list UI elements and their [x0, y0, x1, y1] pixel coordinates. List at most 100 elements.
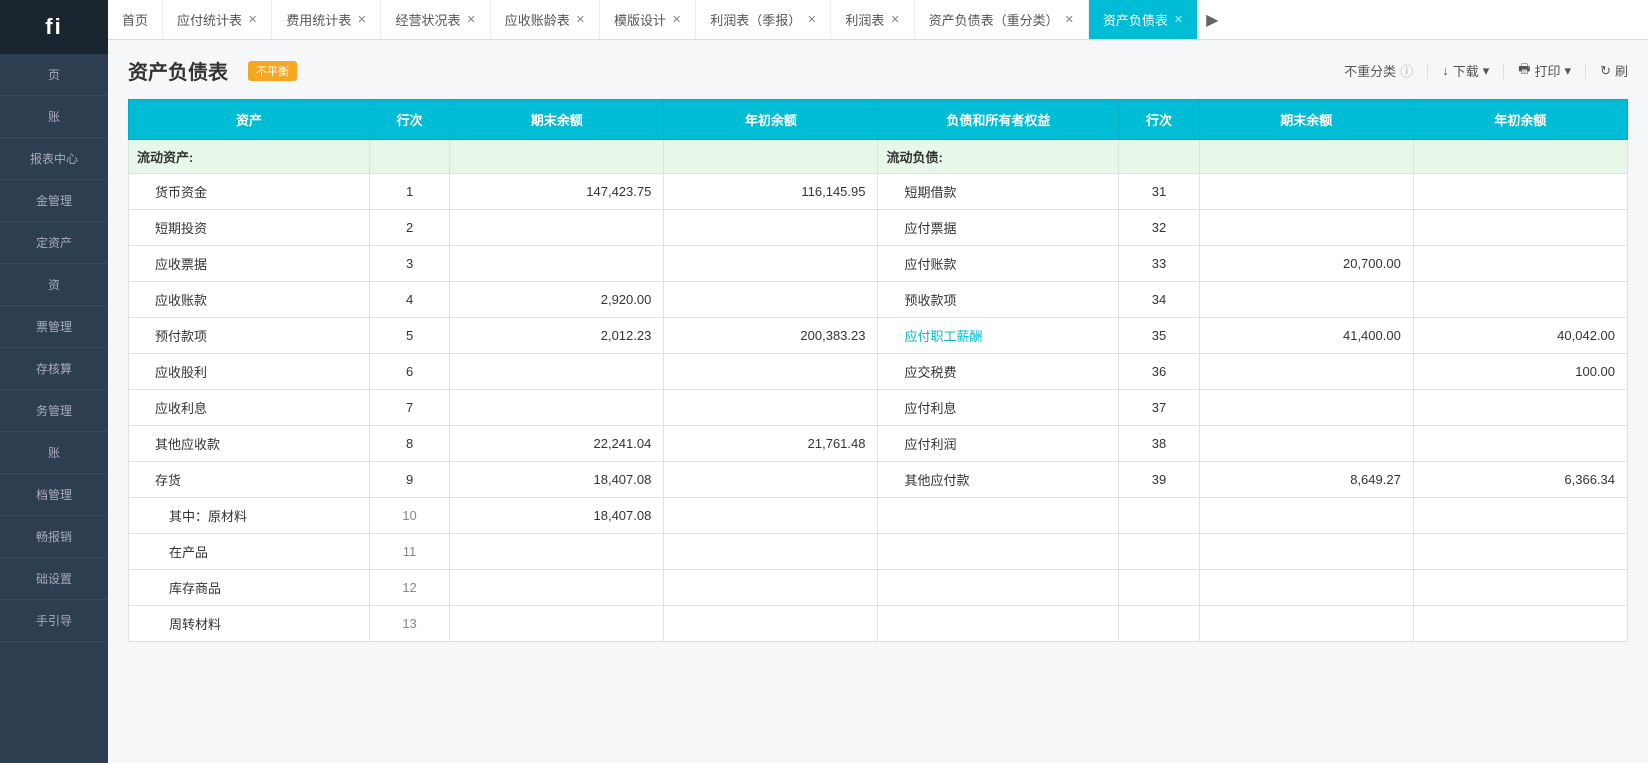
line-right: [1119, 570, 1199, 606]
end-bal-left: 22,241.04: [450, 426, 664, 462]
section-end-left: [450, 140, 664, 174]
table-row[interactable]: 货币资金 1 147,423.75 116,145.95 短期借款 31: [129, 174, 1628, 210]
table-row[interactable]: 应收利息 7 应付利息 37: [129, 390, 1628, 426]
sidebar-item-settings[interactable]: 础设置: [0, 558, 108, 600]
section-end-right: [1199, 140, 1413, 174]
sidebar-item-fixed-assets[interactable]: 定资产: [0, 222, 108, 264]
tab-profit[interactable]: 利润表 ✕: [831, 0, 914, 40]
table-row[interactable]: 应收票据 3 应付账款 33 20,700.00: [129, 246, 1628, 282]
download-btn[interactable]: ↓ 下载 ▾: [1442, 61, 1489, 80]
tab-ar-aging[interactable]: 应收账龄表 ✕: [491, 0, 600, 40]
th-liability: 负债和所有者权益: [878, 100, 1119, 140]
tab-close-expense-stats[interactable]: ✕: [357, 13, 366, 26]
begin-bal-right: [1413, 246, 1627, 282]
line-right: [1119, 606, 1199, 642]
tab-operations[interactable]: 经营状况表 ✕: [381, 0, 490, 40]
liability-name: 应付利润: [878, 426, 1119, 462]
print-label: 打印: [1535, 61, 1561, 80]
tab-expense-stats[interactable]: 费用统计表 ✕: [272, 0, 381, 40]
main-area: 首页 应付统计表 ✕ 费用统计表 ✕ 经营状况表 ✕ 应收账龄表 ✕ 模版设计 …: [108, 0, 1648, 763]
tab-close-template-design[interactable]: ✕: [672, 13, 681, 26]
liability-name: 应付职工薪酬: [878, 318, 1119, 354]
tab-close-operations[interactable]: ✕: [467, 13, 476, 26]
tab-profit-quarterly[interactable]: 利润表（季报） ✕: [696, 0, 831, 40]
th-line-left: 行次: [369, 100, 449, 140]
sidebar-item-report-center[interactable]: 报表中心: [0, 138, 108, 180]
refresh-btn[interactable]: ↻ 刷: [1600, 61, 1628, 80]
th-end-bal-left: 期末余额: [450, 100, 664, 140]
table-row[interactable]: 在产品 11: [129, 534, 1628, 570]
end-bal-left: 18,407.08: [450, 462, 664, 498]
tab-close-bs[interactable]: ✕: [1174, 13, 1183, 26]
download-icon: ↓: [1442, 63, 1449, 78]
sidebar-logo: fi: [0, 0, 108, 54]
line-left: 11: [369, 534, 449, 570]
end-bal-left: [450, 210, 664, 246]
sidebar-item-ledger[interactable]: 账: [0, 96, 108, 138]
divider-1: [1427, 63, 1428, 79]
begin-bal-right: [1413, 498, 1627, 534]
begin-bal-right: [1413, 606, 1627, 642]
tab-close-profit[interactable]: ✕: [890, 13, 899, 26]
asset-name: 应收利息: [129, 390, 370, 426]
tab-close-profit-quarterly[interactable]: ✕: [807, 13, 816, 26]
begin-bal-right: [1413, 210, 1627, 246]
line-left: 13: [369, 606, 449, 642]
tab-close-ar-aging[interactable]: ✕: [576, 13, 585, 26]
table-row[interactable]: 存货 9 18,407.08 其他应付款 39 8,649.27 6,366.3…: [129, 462, 1628, 498]
table-row[interactable]: 应收股利 6 应交税费 36 100.00: [129, 354, 1628, 390]
sidebar-item-funds[interactable]: 金管理: [0, 180, 108, 222]
begin-bal-left: [664, 210, 878, 246]
tab-close-ap-stats[interactable]: ✕: [248, 13, 257, 26]
sidebar-item-inventory[interactable]: 存核算: [0, 348, 108, 390]
tab-close-bs-reclassify[interactable]: ✕: [1065, 13, 1074, 26]
table-row[interactable]: 其中：原材料 10 18,407.08: [129, 498, 1628, 534]
tab-bs-reclassify[interactable]: 资产负债表（重分类） ✕: [915, 0, 1089, 40]
asset-name: 存货: [129, 462, 370, 498]
end-bal-left: [450, 354, 664, 390]
begin-bal-left: 21,761.48: [664, 426, 878, 462]
table-row[interactable]: 库存商品 12: [129, 570, 1628, 606]
tab-scroll-right[interactable]: ▶: [1198, 10, 1226, 30]
asset-name: 应收票据: [129, 246, 370, 282]
line-right: 35: [1119, 318, 1199, 354]
sidebar-item-tax[interactable]: 务管理: [0, 390, 108, 432]
tab-template-design[interactable]: 模版设计 ✕: [600, 0, 696, 40]
begin-bal-right: [1413, 390, 1627, 426]
table-row[interactable]: 其他应收款 8 22,241.04 21,761.48 应付利润 38: [129, 426, 1628, 462]
no-reclassify-btn[interactable]: 不重分类 ⓘ: [1344, 61, 1413, 80]
end-bal-right: 8,649.27: [1199, 462, 1413, 498]
sidebar-item-book[interactable]: 账: [0, 432, 108, 474]
begin-bal-right: [1413, 426, 1627, 462]
table-row[interactable]: 预付款项 5 2,012.23 200,383.23 应付职工薪酬 35 41,…: [129, 318, 1628, 354]
table-row[interactable]: 应收账款 4 2,920.00 预收款项 34: [129, 282, 1628, 318]
sidebar-item-expense[interactable]: 畅报销: [0, 516, 108, 558]
sidebar-item-home[interactable]: 页: [0, 54, 108, 96]
tab-bs[interactable]: 资产负债表 ✕: [1089, 0, 1198, 40]
table-header-row: 资产 行次 期末余额 年初余额 负债和所有者权益 行次 期末余额 年初余额: [129, 100, 1628, 140]
print-btn[interactable]: 🖶 打印 ▾: [1518, 60, 1571, 82]
tab-home[interactable]: 首页: [108, 0, 163, 40]
asset-name: 库存商品: [129, 570, 370, 606]
begin-bal-left: [664, 570, 878, 606]
help-icon[interactable]: ⓘ: [1400, 61, 1413, 80]
sidebar-item-archive[interactable]: 档管理: [0, 474, 108, 516]
line-right: 34: [1119, 282, 1199, 318]
th-line-right: 行次: [1119, 100, 1199, 140]
line-left: 12: [369, 570, 449, 606]
sidebar-item-bills[interactable]: 票管理: [0, 306, 108, 348]
end-bal-left: 147,423.75: [450, 174, 664, 210]
table-row[interactable]: 短期投资 2 应付票据 32: [129, 210, 1628, 246]
end-bal-right: 20,700.00: [1199, 246, 1413, 282]
end-bal-right: [1199, 210, 1413, 246]
line-left: 5: [369, 318, 449, 354]
tab-ap-stats[interactable]: 应付统计表 ✕: [163, 0, 272, 40]
sidebar-item-guide[interactable]: 手引导: [0, 600, 108, 642]
table-row[interactable]: 周转材料 13: [129, 606, 1628, 642]
end-bal-left: [450, 606, 664, 642]
sidebar-item-investment[interactable]: 资: [0, 264, 108, 306]
end-bal-left: [450, 570, 664, 606]
liability-name: [878, 498, 1119, 534]
asset-name: 在产品: [129, 534, 370, 570]
line-left: 9: [369, 462, 449, 498]
